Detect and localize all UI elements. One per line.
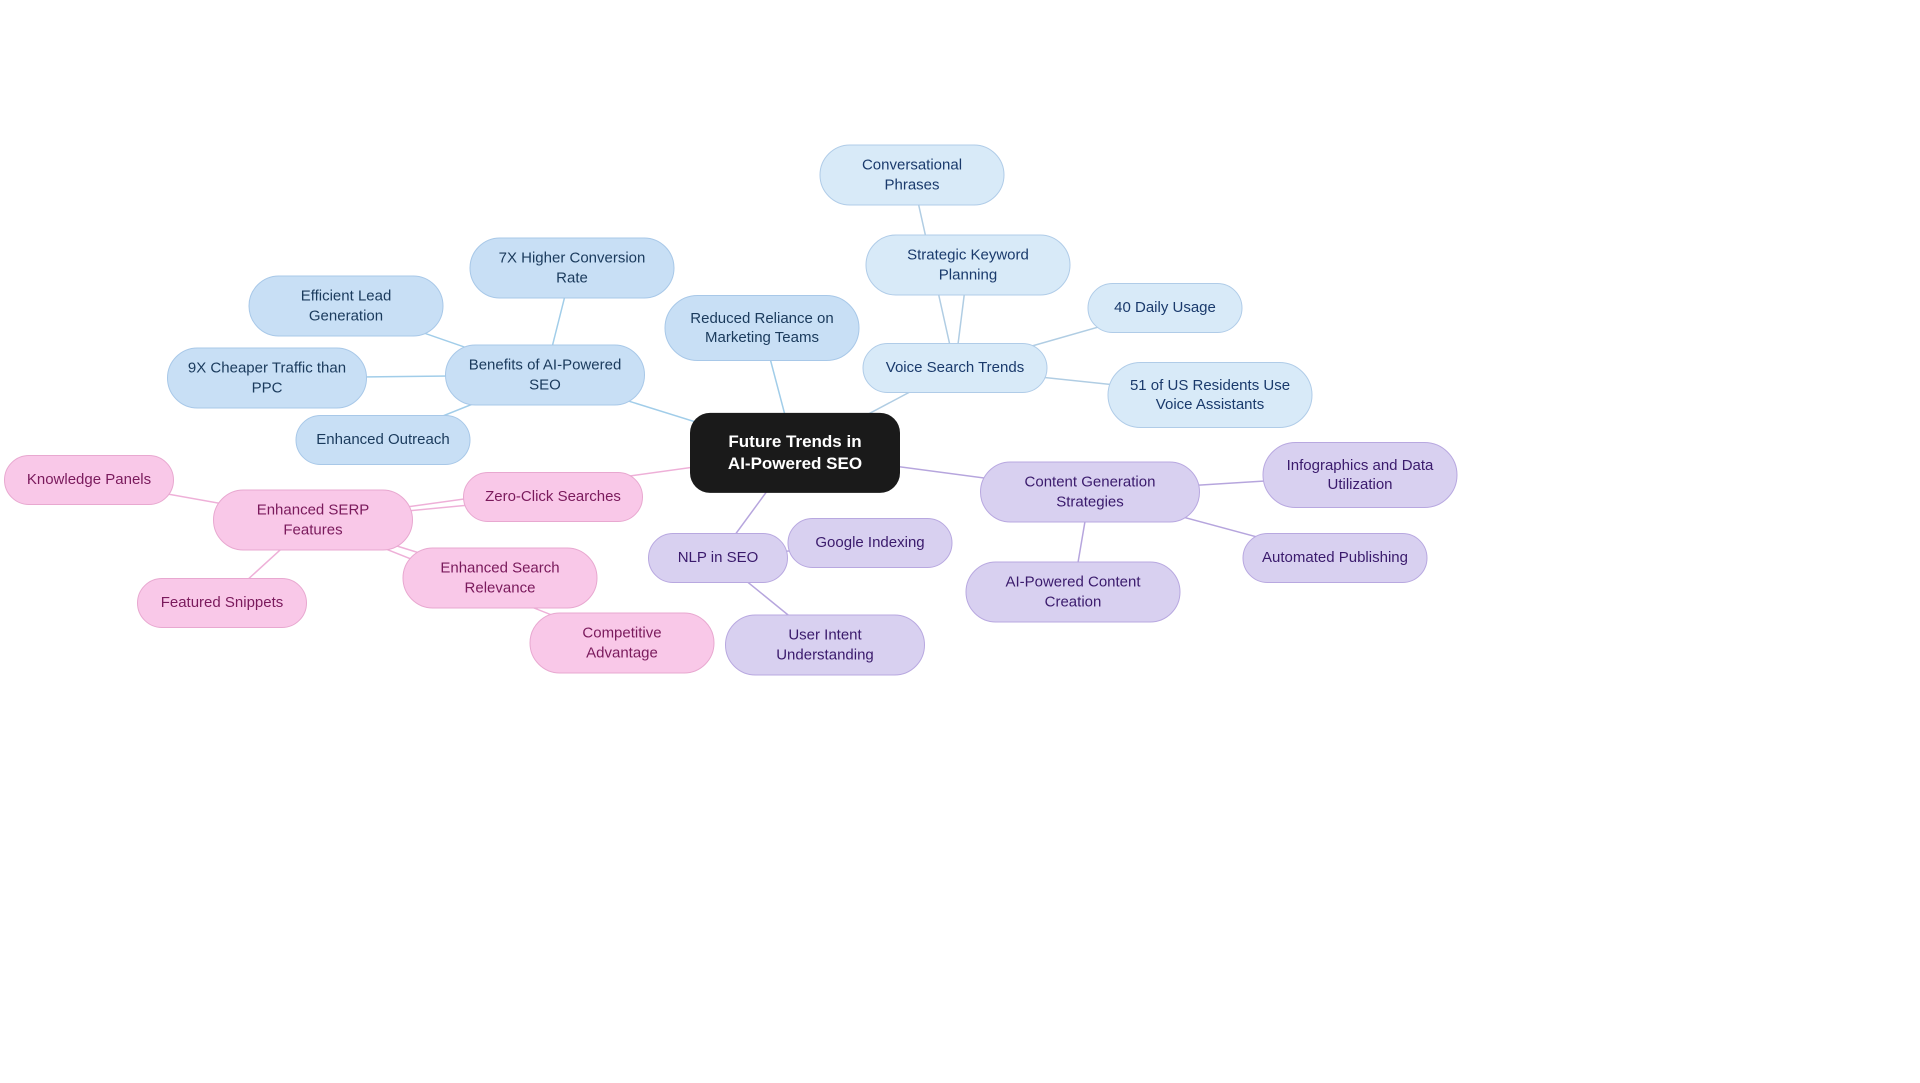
mindmap-container: Future Trends in AI-Powered SEO Benefits … — [0, 0, 1920, 1083]
node-center: Future Trends in AI-Powered SEO — [690, 413, 900, 493]
node-nlp: NLP in SEO — [648, 533, 788, 583]
node-lead: Efficient Lead Generation — [249, 276, 444, 337]
node-featured: Featured Snippets — [137, 578, 307, 628]
node-content_gen: Content Generation Strategies — [980, 462, 1200, 523]
node-zero: Zero-Click Searches — [463, 472, 643, 522]
node-reduced: Reduced Reliance on Marketing Teams — [665, 295, 860, 361]
node-ai_content: AI-Powered Content Creation — [966, 562, 1181, 623]
node-serp: Enhanced SERP Features — [213, 490, 413, 551]
node-residents: 51 of US Residents Use Voice Assistants — [1108, 362, 1313, 428]
node-outreach: Enhanced Outreach — [296, 415, 471, 465]
node-voice: Voice Search Trends — [863, 343, 1048, 393]
node-auto_pub: Automated Publishing — [1243, 533, 1428, 583]
node-competitive: Competitive Advantage — [530, 613, 715, 674]
node-conversion: 7X Higher Conversion Rate — [470, 238, 675, 299]
node-benefits: Benefits of AI-Powered SEO — [445, 345, 645, 406]
node-traffic: 9X Cheaper Traffic than PPC — [167, 348, 367, 409]
node-strategic: Strategic Keyword Planning — [866, 235, 1071, 296]
node-search_rel: Enhanced Search Relevance — [403, 548, 598, 609]
node-infographics: Infographics and Data Utilization — [1263, 442, 1458, 508]
node-google: Google Indexing — [788, 518, 953, 568]
node-knowledge: Knowledge Panels — [4, 455, 174, 505]
node-conversational: Conversational Phrases — [820, 145, 1005, 206]
node-user_intent: User Intent Understanding — [725, 615, 925, 676]
node-daily: 40 Daily Usage — [1088, 283, 1243, 333]
